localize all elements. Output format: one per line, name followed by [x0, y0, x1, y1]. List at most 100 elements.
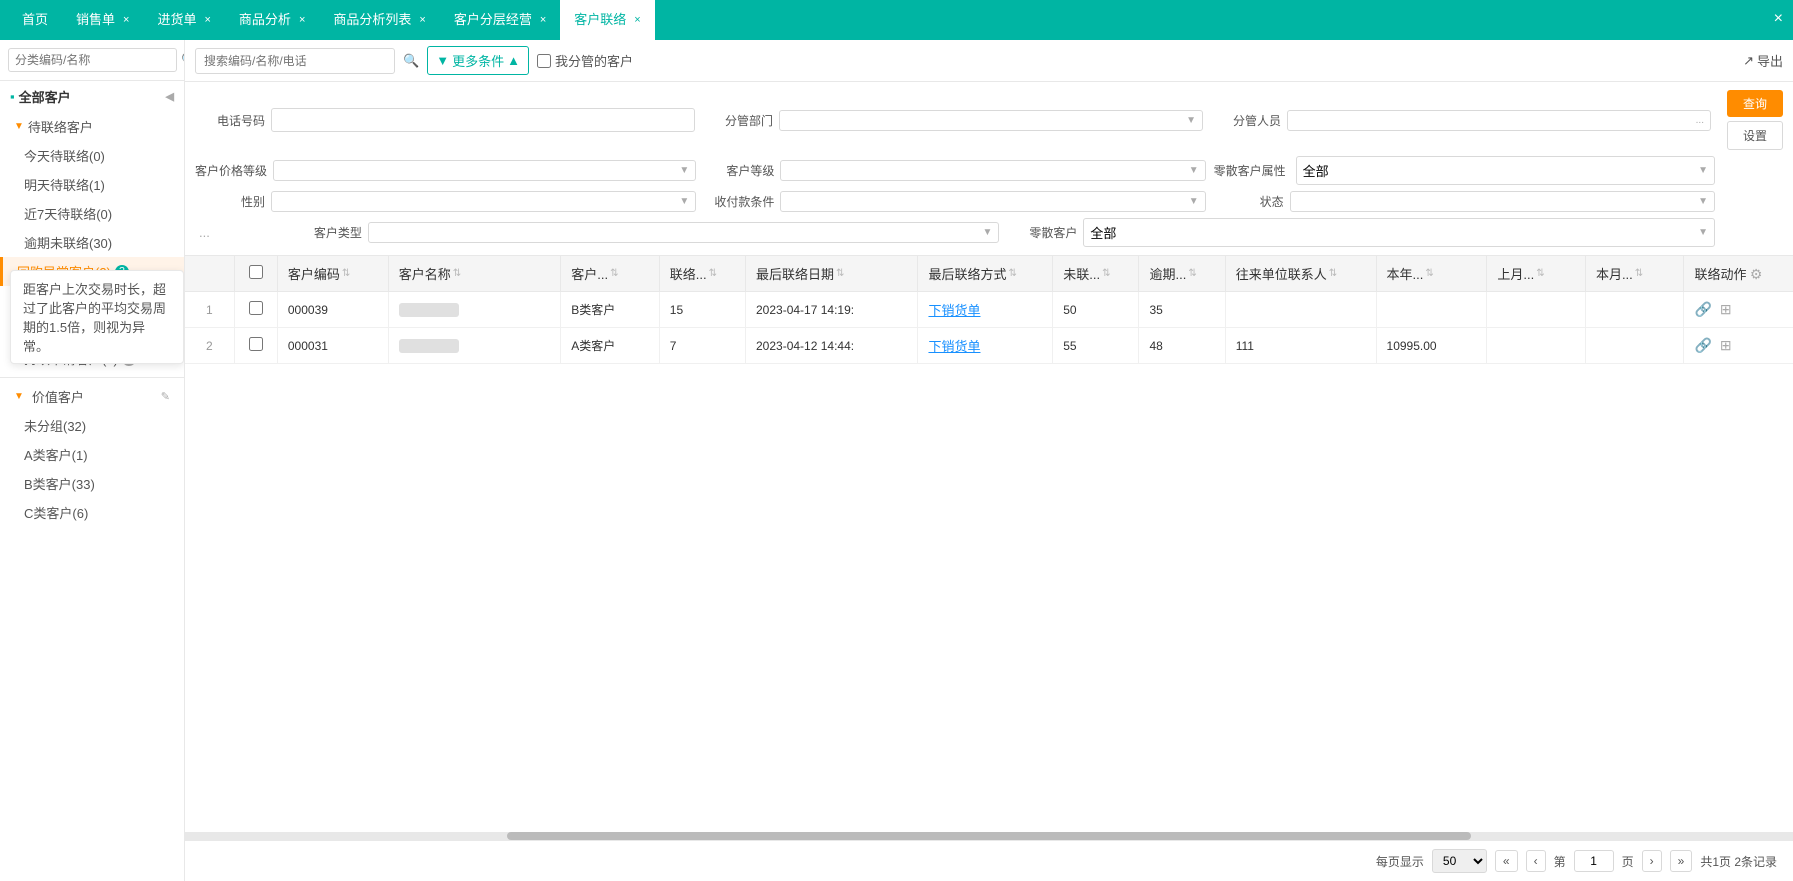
column-settings-icon[interactable]: ⚙: [1750, 266, 1763, 282]
retail-customer-select[interactable]: 全部 ▼: [1083, 218, 1715, 247]
row1-checkbox[interactable]: [249, 301, 263, 315]
page-end-label: 页: [1622, 853, 1634, 870]
gender-arrow-icon: ▼: [679, 196, 689, 207]
row2-name-blurred: [399, 339, 459, 353]
nav-analysis-list[interactable]: 商品分析列表 ×: [319, 0, 439, 40]
export-icon: ↗: [1743, 53, 1754, 69]
payment-select[interactable]: ▼: [780, 191, 1205, 212]
nav-customer-contact[interactable]: 客户联络 ×: [560, 0, 654, 40]
row2-way[interactable]: 下销货单: [918, 328, 1053, 364]
gender-select[interactable]: ▼: [271, 191, 696, 212]
nav-customer-tier[interactable]: 客户分层经营 ×: [440, 0, 560, 40]
sidebar-collapse-icon[interactable]: ◀: [166, 90, 174, 103]
row1-way[interactable]: 下销货单: [918, 292, 1053, 328]
dept-select[interactable]: ▼: [779, 110, 1203, 131]
status-arrow-icon: ▼: [1698, 196, 1708, 207]
row2-company: 111: [1225, 328, 1376, 364]
sidebar-all-customers[interactable]: ▪ 全部客户 ◀: [0, 81, 184, 112]
more-dots[interactable]: ...: [195, 225, 214, 240]
th-date[interactable]: 最后联络日期 ⇅: [746, 256, 918, 292]
filter-buttons: 查询 设置: [1727, 90, 1783, 150]
close-purchase-icon[interactable]: ×: [204, 0, 210, 40]
manager-select[interactable]: ...: [1287, 110, 1711, 131]
th-type[interactable]: 客户... ⇅: [561, 256, 660, 292]
th-code[interactable]: 客户编码 ⇅: [277, 256, 388, 292]
nav-purchase[interactable]: 进货单 ×: [143, 0, 224, 40]
close-analysis-list-icon[interactable]: ×: [419, 0, 425, 40]
th-company[interactable]: 往来单位联系人 ⇅: [1225, 256, 1376, 292]
edit-icon[interactable]: ✎: [161, 390, 170, 403]
my-customer-checkbox-area[interactable]: 我分管的客户: [537, 51, 633, 70]
sidebar-week-pending[interactable]: 近7天待联络(0): [0, 199, 184, 228]
sidebar-search-icon[interactable]: 🔍: [181, 52, 185, 68]
row2-link-icon[interactable]: 🔗: [1694, 337, 1711, 354]
row1-year: [1376, 292, 1487, 328]
row1-grid-icon[interactable]: ⊞: [1720, 301, 1732, 318]
top-navigation: 首页 销售单 × 进货单 × 商品分析 × 商品分析列表 × 客户分层经营 × …: [0, 0, 1793, 40]
status-select[interactable]: ▼: [1290, 191, 1715, 212]
nav-home[interactable]: 首页: [8, 0, 62, 40]
nav-analysis[interactable]: 商品分析 ×: [225, 0, 319, 40]
sidebar-class-c[interactable]: C类客户(6): [0, 498, 184, 527]
manager-field: 分管人员 ...: [1211, 110, 1711, 131]
sidebar-today-pending[interactable]: 今天待联络(0): [0, 141, 184, 170]
export-button[interactable]: ↗ 导出: [1743, 51, 1783, 70]
th-lastmonth[interactable]: 上月... ⇅: [1487, 256, 1586, 292]
prev-page-button[interactable]: ‹: [1526, 850, 1546, 872]
phone-input[interactable]: [271, 108, 695, 132]
close-analysis-icon[interactable]: ×: [299, 0, 305, 40]
retail-attr-select[interactable]: 全部 ▼: [1296, 156, 1715, 185]
th-name[interactable]: 客户名称 ⇅: [388, 256, 560, 292]
sidebar-search-input[interactable]: [8, 48, 177, 72]
close-customer-contact-icon[interactable]: ×: [634, 0, 640, 40]
close-customer-tier-icon[interactable]: ×: [540, 0, 546, 40]
sidebar-class-b[interactable]: B类客户(33): [0, 469, 184, 498]
next-page-button[interactable]: ›: [1642, 850, 1662, 872]
sidebar-overdue-pending[interactable]: 逾期未联络(30): [0, 228, 184, 257]
filter-search-icon[interactable]: 🔍: [403, 53, 419, 69]
row1-overdue: 35: [1139, 292, 1225, 328]
manager-label: 分管人员: [1211, 112, 1281, 129]
sidebar-pending-group[interactable]: ▼ 待联络客户: [0, 112, 184, 141]
customer-price-select[interactable]: ▼: [273, 160, 696, 181]
row2-way-link[interactable]: 下销货单: [928, 339, 980, 354]
row2-grid-icon[interactable]: ⊞: [1720, 337, 1732, 354]
my-customer-checkbox[interactable]: [537, 54, 551, 68]
th-uncontact[interactable]: 未联... ⇅: [1053, 256, 1139, 292]
sort-way-icon: ⇅: [1008, 268, 1016, 279]
table-header-row: 客户编码 ⇅ 客户名称 ⇅ 客户...: [185, 256, 1793, 292]
sidebar-tomorrow-pending[interactable]: 明天待联络(1): [0, 170, 184, 199]
th-way[interactable]: 最后联络方式 ⇅: [918, 256, 1053, 292]
per-page-label: 每页显示: [1376, 853, 1424, 870]
per-page-select[interactable]: 50 100 200: [1432, 849, 1487, 873]
first-page-button[interactable]: «: [1495, 850, 1518, 872]
close-sales-icon[interactable]: ×: [123, 0, 129, 40]
nav-sales[interactable]: 销售单 ×: [62, 0, 143, 40]
filter-row-1: 电话号码 分管部门 ▼ 分管人员 ... 查询 设置: [195, 90, 1783, 150]
check-all-checkbox[interactable]: [249, 265, 263, 279]
th-year[interactable]: 本年... ⇅: [1376, 256, 1487, 292]
th-thismonth[interactable]: 本月... ⇅: [1585, 256, 1684, 292]
query-button[interactable]: 查询: [1727, 90, 1783, 117]
th-overdue[interactable]: 逾期... ⇅: [1139, 256, 1225, 292]
th-contact[interactable]: 联络... ⇅: [659, 256, 745, 292]
horizontal-scrollbar[interactable]: [185, 832, 1793, 840]
sidebar-unclassified[interactable]: 未分组(32): [0, 411, 184, 440]
page-input[interactable]: [1574, 850, 1614, 872]
sidebar-value-group[interactable]: ▼ 价值客户 ✎: [0, 382, 184, 411]
retail-attr-arrow-icon: ▼: [1698, 165, 1708, 176]
filter-search-input[interactable]: [195, 48, 395, 74]
close-all-tabs-icon[interactable]: ×: [1774, 10, 1783, 28]
scrollbar-thumb[interactable]: [507, 832, 1472, 840]
more-filter-button[interactable]: ▼ 更多条件 ▲: [427, 46, 529, 75]
row2-overdue: 48: [1139, 328, 1225, 364]
setting-button[interactable]: 设置: [1727, 121, 1783, 150]
customer-type-select[interactable]: ▼: [368, 222, 1000, 243]
row1-link-icon[interactable]: 🔗: [1694, 301, 1711, 318]
sidebar-class-a[interactable]: A类客户(1): [0, 440, 184, 469]
last-page-button[interactable]: »: [1670, 850, 1693, 872]
row2-action-icons: 🔗 ⊞: [1694, 337, 1783, 354]
row1-way-link[interactable]: 下销货单: [928, 303, 980, 318]
customer-level-select[interactable]: ▼: [780, 160, 1205, 181]
row2-checkbox[interactable]: [249, 337, 263, 351]
